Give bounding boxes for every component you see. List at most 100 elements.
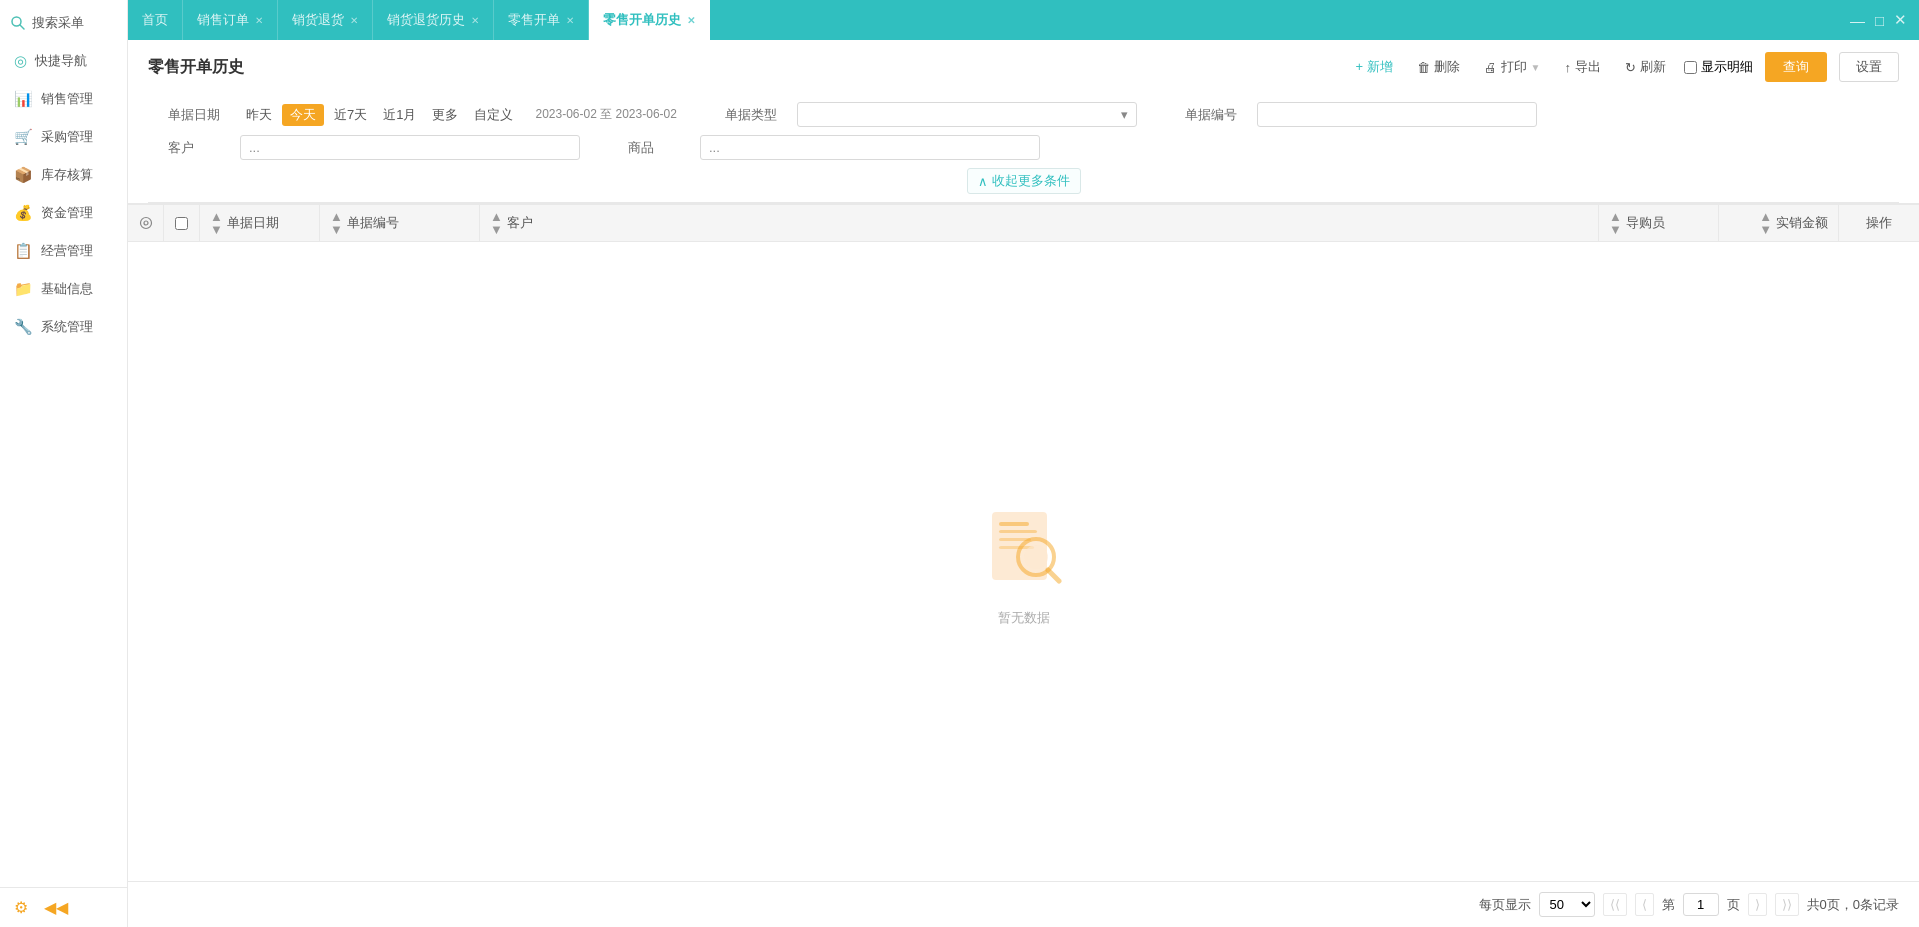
- add-label: + 新增: [1355, 58, 1392, 76]
- tab-minimize-icon[interactable]: —: [1850, 12, 1865, 29]
- date-opt-custom[interactable]: 自定义: [468, 104, 519, 126]
- th-amount[interactable]: ▲▼ 实销金额: [1719, 205, 1839, 241]
- sidebar-item-label: 销售管理: [41, 90, 93, 108]
- tab-home[interactable]: 首页: [128, 0, 183, 40]
- tab-sales-order[interactable]: 销售订单 ✕: [183, 0, 278, 40]
- th-sn-label: 单据编号: [347, 214, 399, 232]
- th-date-label: 单据日期: [227, 214, 279, 232]
- collapse-sidebar-icon[interactable]: ◀◀: [44, 898, 68, 917]
- svg-point-10: [1024, 545, 1048, 569]
- table-header: ▲▼ 单据日期 ▲▼ 单据编号 ▲▼ 客户 ▲▼ 导购员 ▲▼ 实销金额: [128, 204, 1919, 242]
- select-all-checkbox[interactable]: [175, 217, 188, 230]
- date-opt-1month[interactable]: 近1月: [377, 104, 422, 126]
- inventory-icon: 📦: [14, 166, 33, 184]
- close-tab-sales-order-icon[interactable]: ✕: [255, 15, 263, 26]
- delete-button[interactable]: 🗑 删除: [1411, 54, 1466, 80]
- tab-retail-open-history[interactable]: 零售开单历史 ✕: [589, 0, 710, 40]
- table-area: ▲▼ 单据日期 ▲▼ 单据编号 ▲▼ 客户 ▲▼ 导购员 ▲▼ 实销金额: [128, 204, 1919, 881]
- close-tab-retail-open-history-icon[interactable]: ✕: [687, 15, 695, 26]
- th-settings[interactable]: [128, 205, 164, 241]
- date-opt-today[interactable]: 今天: [282, 104, 324, 126]
- show-detail-checkbox-container[interactable]: 显示明细: [1684, 58, 1753, 76]
- sidebar-item-inventory[interactable]: 📦 库存核算: [0, 156, 127, 194]
- show-detail-checkbox[interactable]: [1684, 61, 1697, 74]
- sn-filter-label: 单据编号: [1185, 106, 1241, 124]
- svg-rect-5: [999, 522, 1029, 526]
- sidebar-item-label: 快捷导航: [35, 52, 87, 70]
- settings-icon[interactable]: ⚙: [14, 898, 28, 917]
- page-input[interactable]: [1683, 893, 1719, 916]
- date-filter-label: 单据日期: [168, 106, 224, 124]
- sidebar-item-sales[interactable]: 📊 销售管理: [0, 80, 127, 118]
- sidebar-item-purchase[interactable]: 🛒 采购管理: [0, 118, 127, 156]
- th-date[interactable]: ▲▼ 单据日期: [200, 205, 320, 241]
- filter-row-2: 客户 ... 商品 ...: [168, 135, 1879, 160]
- last-page-button[interactable]: ⟩⟩: [1775, 893, 1799, 916]
- sidebar-item-label: 库存核算: [41, 166, 93, 184]
- sidebar-nav: ◎ 快捷导航 📊 销售管理 🛒 采购管理 📦 库存核算 💰 资金管理 📋 经营管…: [0, 42, 127, 887]
- refresh-button[interactable]: ↻ 刷新: [1619, 54, 1672, 80]
- tab-bar: 首页 销售订单 ✕ 销货退货 ✕ 销货退货历史 ✕ 零售开单 ✕ 零售开单历史 …: [128, 0, 1919, 40]
- close-tab-sales-return-icon[interactable]: ✕: [350, 15, 358, 26]
- filter-row-1: 单据日期 昨天 今天 近7天 近1月 更多 自定义 2023-06-02 至 2…: [168, 102, 1879, 127]
- th-salesperson[interactable]: ▲▼ 导购员: [1599, 205, 1719, 241]
- sidebar-item-quick-nav[interactable]: ◎ 快捷导航: [0, 42, 127, 80]
- th-checkbox[interactable]: [164, 205, 200, 241]
- close-tab-sales-return-history-icon[interactable]: ✕: [471, 15, 479, 26]
- settings-button[interactable]: 设置: [1839, 52, 1899, 82]
- page-header: 零售开单历史 + 新增 🗑 删除 🖨 打印 ▼ ↑: [128, 40, 1919, 204]
- close-tab-retail-open-icon[interactable]: ✕: [566, 15, 574, 26]
- empty-text: 暂无数据: [998, 609, 1050, 627]
- svg-rect-6: [999, 530, 1037, 533]
- page-title: 零售开单历史: [148, 57, 244, 78]
- empty-illustration: [974, 497, 1074, 597]
- svg-point-3: [144, 221, 148, 225]
- sidebar-search[interactable]: 搜索采单: [0, 0, 127, 42]
- first-page-button[interactable]: ⟨⟨: [1603, 893, 1627, 916]
- customer-filter-label: 客户: [168, 139, 224, 157]
- th-ops-label: 操作: [1866, 214, 1892, 232]
- tab-sales-return-history[interactable]: 销货退货历史 ✕: [373, 0, 494, 40]
- export-button[interactable]: ↑ 导出: [1559, 54, 1608, 80]
- tab-maximize-icon[interactable]: □: [1875, 12, 1884, 29]
- per-page-label: 每页显示: [1479, 896, 1531, 914]
- goods-filter-label: 商品: [628, 139, 684, 157]
- customer-filter-select[interactable]: ...: [240, 135, 580, 160]
- date-opt-yesterday[interactable]: 昨天: [240, 104, 278, 126]
- date-opt-7days[interactable]: 近7天: [328, 104, 373, 126]
- sidebar-item-system[interactable]: 🔧 系统管理: [0, 308, 127, 346]
- print-button[interactable]: 🖨 打印 ▼: [1478, 54, 1547, 80]
- sidebar-item-ops[interactable]: 📋 经营管理: [0, 232, 127, 270]
- sidebar-item-finance[interactable]: 💰 资金管理: [0, 194, 127, 232]
- sn-filter-input[interactable]: [1257, 102, 1537, 127]
- sort-customer-icon: ▲▼: [490, 210, 503, 236]
- th-amount-label: 实销金额: [1776, 214, 1828, 232]
- tab-retail-open-history-label: 零售开单历史: [603, 11, 681, 29]
- sidebar-footer: ⚙ ◀◀: [0, 887, 127, 927]
- type-filter-select[interactable]: ▾: [797, 102, 1137, 127]
- sort-date-icon: ▲▼: [210, 210, 223, 236]
- date-range-display: 2023-06-02 至 2023-06-02: [535, 106, 676, 123]
- sort-salesperson-icon: ▲▼: [1609, 210, 1622, 236]
- query-button[interactable]: 查询: [1765, 52, 1827, 82]
- add-button[interactable]: + 新增: [1349, 54, 1398, 80]
- sidebar-item-base[interactable]: 📁 基础信息: [0, 270, 127, 308]
- svg-line-1: [20, 25, 24, 29]
- show-detail-label: 显示明细: [1701, 58, 1753, 76]
- tab-sales-return[interactable]: 销货退货 ✕: [278, 0, 373, 40]
- per-page-select[interactable]: 10 20 50 100: [1539, 892, 1595, 917]
- collapse-button[interactable]: ∧ 收起更多条件: [967, 168, 1081, 194]
- tab-retail-open[interactable]: 零售开单 ✕: [494, 0, 589, 40]
- th-customer[interactable]: ▲▼ 客户: [480, 205, 1599, 241]
- content-area: 零售开单历史 + 新增 🗑 删除 🖨 打印 ▼ ↑: [128, 40, 1919, 927]
- refresh-icon: ↻: [1625, 60, 1636, 75]
- ops-icon: 📋: [14, 242, 33, 260]
- next-page-button[interactable]: ⟩: [1748, 893, 1767, 916]
- sort-amount-icon: ▲▼: [1759, 210, 1772, 236]
- prev-page-button[interactable]: ⟨: [1635, 893, 1654, 916]
- tab-close-icon[interactable]: ✕: [1894, 11, 1907, 29]
- date-opt-more[interactable]: 更多: [426, 104, 464, 126]
- sidebar-item-label: 资金管理: [41, 204, 93, 222]
- goods-filter-select[interactable]: ...: [700, 135, 1040, 160]
- th-sn[interactable]: ▲▼ 单据编号: [320, 205, 480, 241]
